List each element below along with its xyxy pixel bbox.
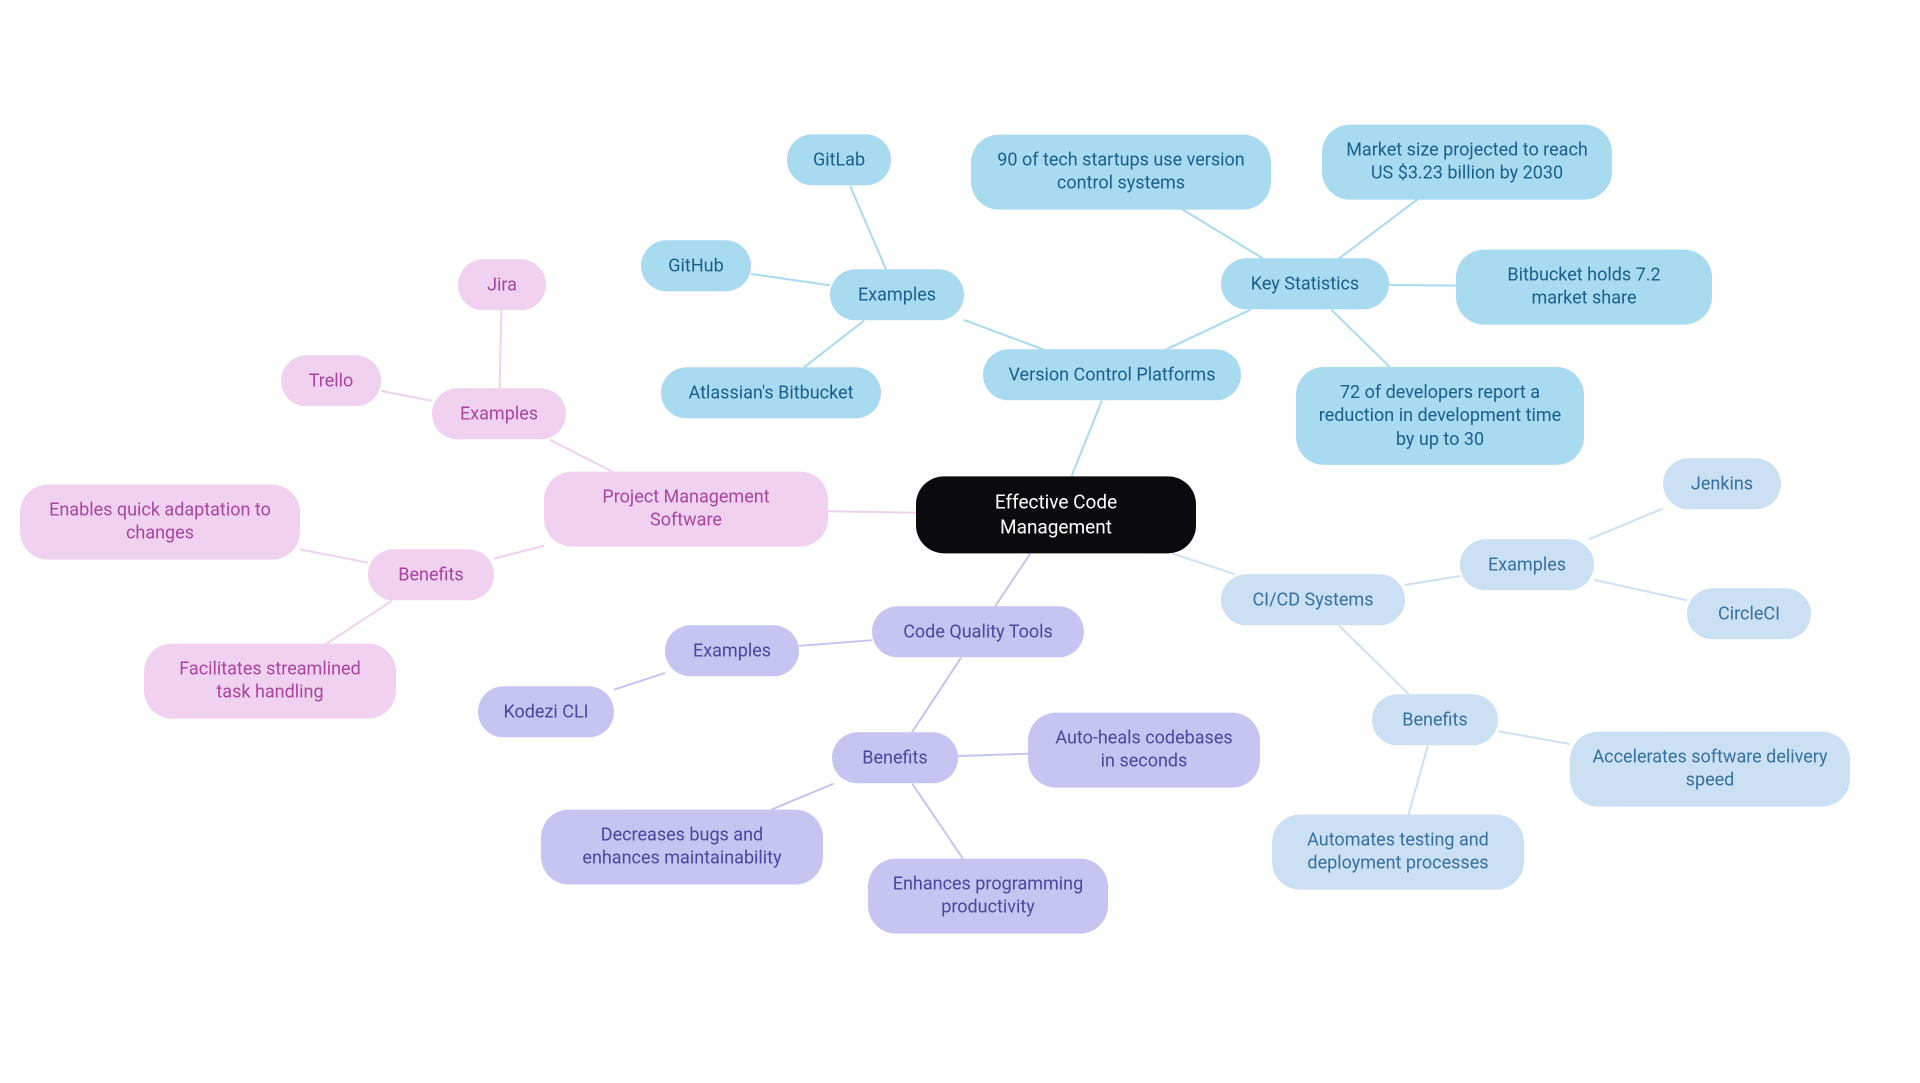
node-adapt: Enables quick adaptation to changes [20, 485, 300, 560]
node-circleci: CircleCI [1687, 588, 1811, 639]
node-auto-heal: Auto-heals codebases in seconds [1028, 713, 1260, 788]
node-stream: Facilitates streamlined task handling [144, 644, 396, 719]
branch-cicd: CI/CD Systems [1221, 574, 1405, 625]
node-pm-examples: Examples [432, 388, 566, 439]
node-vc-examples: Examples [830, 269, 964, 320]
node-stat-market: Market size projected to reach US $3.23 … [1322, 125, 1612, 200]
center-node: Effective Code Management [916, 476, 1196, 553]
branch-version-control: Version Control Platforms [983, 349, 1241, 400]
node-stat-72: 72 of developers report a reduction in d… [1296, 367, 1584, 465]
branch-code-quality: Code Quality Tools [872, 606, 1084, 657]
node-key-statistics: Key Statistics [1221, 258, 1389, 309]
node-ci-benefits: Benefits [1372, 694, 1498, 745]
node-kodezi: Kodezi CLI [478, 686, 614, 737]
node-trello: Trello [281, 355, 381, 406]
branch-project-management: Project Management Software [544, 472, 828, 547]
node-ci-examples: Examples [1460, 539, 1594, 590]
node-automates: Automates testing and deployment process… [1272, 815, 1524, 890]
node-github: GitHub [641, 240, 751, 291]
node-stat-bitbucket: Bitbucket holds 7.2 market share [1456, 250, 1712, 325]
node-bugs: Decreases bugs and enhances maintainabil… [541, 810, 823, 885]
node-cq-benefits: Benefits [832, 732, 958, 783]
node-delivery-speed: Accelerates software delivery speed [1570, 732, 1850, 807]
node-gitlab: GitLab [787, 134, 891, 185]
node-prod: Enhances programming productivity [868, 859, 1108, 934]
node-bitbucket-ex: Atlassian's Bitbucket [661, 367, 881, 418]
node-cq-examples: Examples [665, 625, 799, 676]
node-pm-benefits: Benefits [368, 549, 494, 600]
node-jenkins: Jenkins [1663, 458, 1781, 509]
node-stat-90: 90 of tech startups use version control … [971, 135, 1271, 210]
node-jira: Jira [458, 259, 546, 310]
